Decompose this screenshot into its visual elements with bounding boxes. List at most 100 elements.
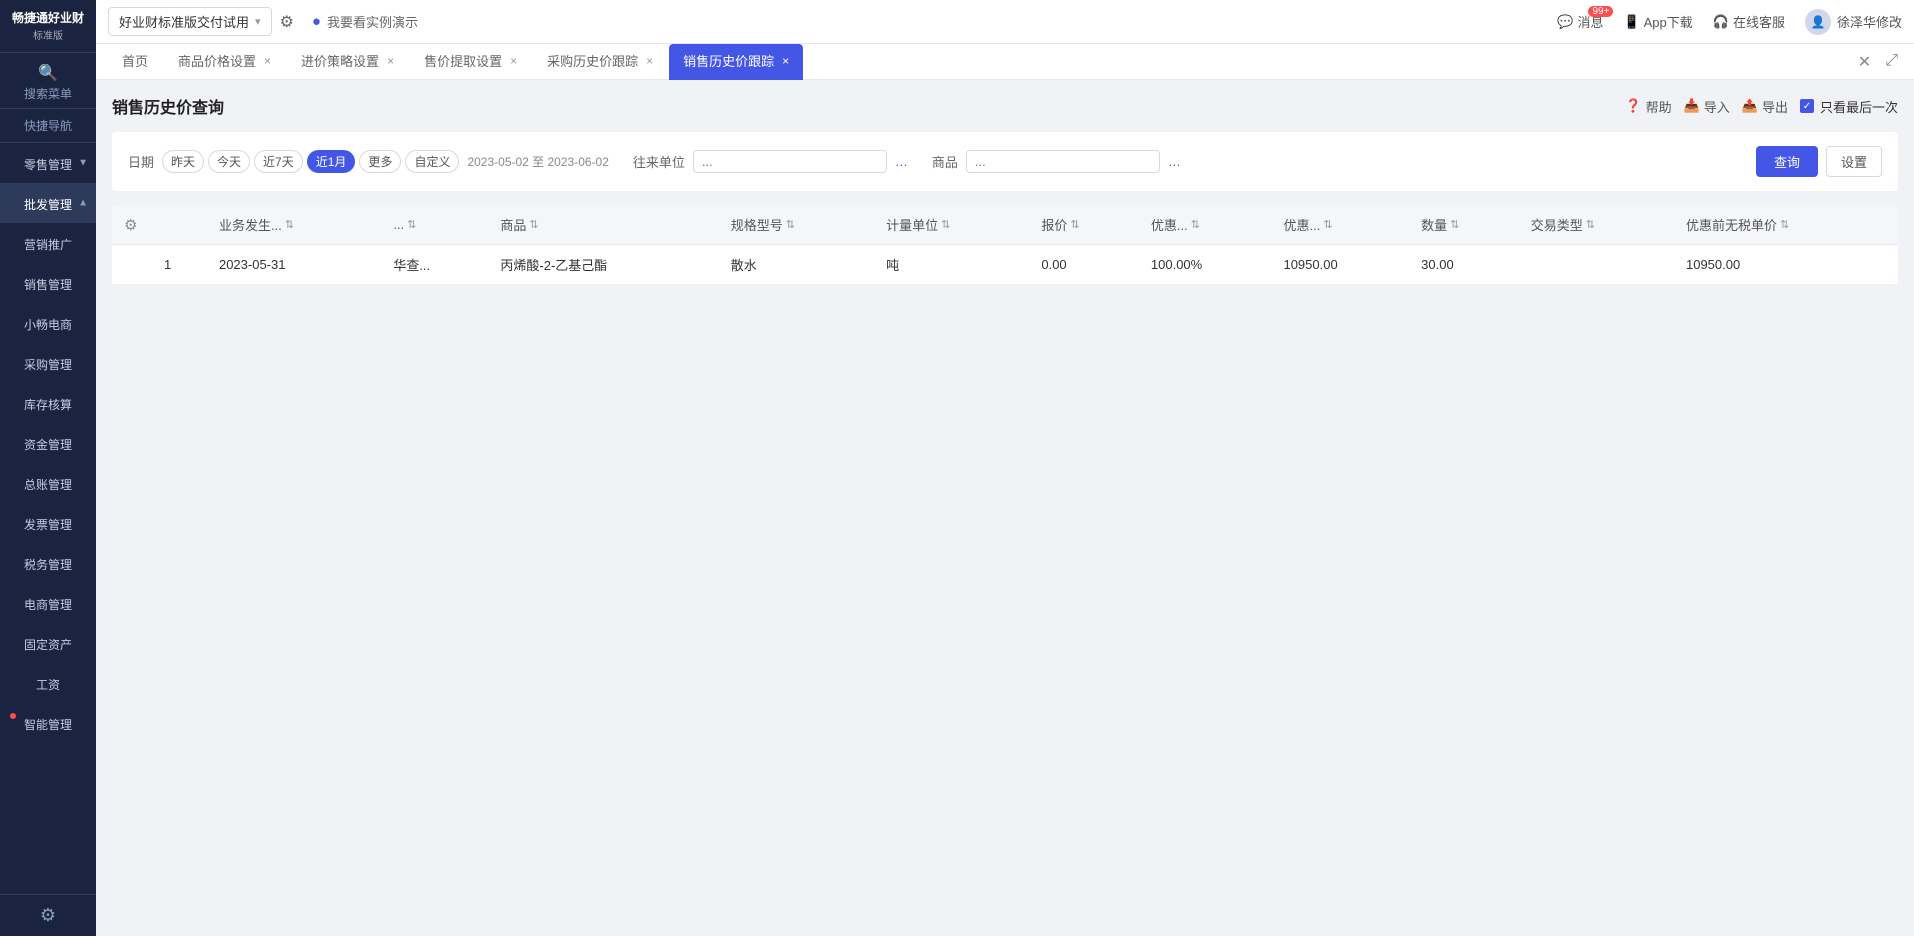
sidebar-item-wholesale[interactable]: 批发管理▲ — [0, 183, 96, 223]
tab-product_price[interactable]: 商品价格设置× — [164, 44, 285, 80]
sidebar-item-label-marketing: 营销推广 — [24, 236, 72, 253]
product-input[interactable] — [975, 154, 1151, 169]
col-tax_price[interactable]: 优惠前无税单价⇅ — [1674, 205, 1898, 245]
th-sort-tax_price[interactable]: 优惠前无税单价⇅ — [1686, 215, 1886, 234]
sidebar-item-salary[interactable]: 工资 — [0, 663, 96, 703]
sidebar-item-assets[interactable]: 固定资产 — [0, 623, 96, 663]
sort-icon-price: ⇅ — [1070, 218, 1079, 231]
date-btn-last1m[interactable]: 近1月 — [307, 150, 356, 173]
tab-pricing_strategy[interactable]: 进价策略设置× — [287, 44, 408, 80]
col-unit[interactable]: 计量单位⇅ — [874, 205, 1029, 245]
sidebar-item-inventory[interactable]: 库存核算 — [0, 383, 96, 423]
partner-input[interactable] — [702, 154, 878, 169]
th-sort-discount1[interactable]: 优惠...⇅ — [1151, 215, 1260, 234]
topbar-settings-icon[interactable]: ⚙ — [280, 12, 294, 32]
tab-close-purchase_history[interactable]: × — [646, 54, 653, 68]
checkbox-icon — [1800, 99, 1814, 113]
sidebar-quicknav[interactable]: 快捷导航 — [0, 109, 96, 143]
col-label-price: 报价 — [1041, 215, 1067, 234]
tab-label-sales_history: 销售历史价跟踪 — [683, 51, 774, 70]
date-btn-custom[interactable]: 自定义 — [405, 150, 459, 173]
col-price[interactable]: 报价⇅ — [1029, 205, 1139, 245]
sidebar-item-tax[interactable]: 税务管理 — [0, 543, 96, 583]
sidebar-search[interactable]: 🔍 搜索菜单 — [0, 53, 96, 109]
sidebar-item-invoice[interactable]: 发票管理 — [0, 503, 96, 543]
col-label-unit: 计量单位 — [886, 215, 938, 234]
demo-link[interactable]: ● 我要看实例演示 — [312, 12, 418, 31]
partner-more-btn[interactable]: … — [895, 154, 908, 169]
only-last-checkbox[interactable]: 只看最后一次 — [1800, 97, 1898, 116]
product-input-wrap[interactable] — [966, 150, 1160, 173]
th-sort-trade_type[interactable]: 交易类型⇅ — [1531, 215, 1662, 234]
tab-price_extract[interactable]: 售价提取设置× — [410, 44, 531, 80]
tab-sales_history[interactable]: 销售历史价跟踪 × — [669, 44, 803, 80]
sidebar-settings[interactable]: ⚙ — [0, 894, 96, 936]
col-product[interactable]: 商品⇅ — [488, 205, 718, 245]
date-btn-last7[interactable]: 近7天 — [254, 150, 303, 173]
date-btn-yesterday[interactable]: 昨天 — [162, 150, 204, 173]
sidebar-item-label-assets: 固定资产 — [24, 636, 72, 653]
sidebar-item-ledger[interactable]: 总账管理 — [0, 463, 96, 503]
col-label-qty: 数量 — [1421, 215, 1447, 234]
th-sort-qty[interactable]: 数量⇅ — [1421, 215, 1507, 234]
expand-tab-icon[interactable]: ⤢ — [1881, 48, 1902, 76]
app-download-button[interactable]: 📱 App下载 — [1623, 12, 1692, 31]
messages-button[interactable]: 💬 消息 99+ — [1557, 12, 1603, 31]
help-button[interactable]: ❓ 帮助 — [1625, 97, 1671, 116]
topbar-right: 💬 消息 99+ 📱 App下载 🎧 在线客服 👤 徐泽华修改 — [1557, 9, 1902, 35]
tab-close-product_price[interactable]: × — [264, 54, 271, 68]
import-label: 导入 — [1704, 97, 1730, 116]
date-filter-label: 日期 — [128, 152, 154, 171]
col-date[interactable]: 业务发生...⇅ — [207, 205, 381, 245]
tab-close-pricing_strategy[interactable]: × — [387, 54, 394, 68]
gear-icon[interactable]: ⚙ — [124, 217, 137, 234]
col-spec[interactable]: 规格型号⇅ — [719, 205, 874, 245]
row-spec: 散水 — [719, 245, 874, 285]
date-btn-today[interactable]: 今天 — [208, 150, 250, 173]
sidebar-item-retail[interactable]: 零售管理▼ — [0, 143, 96, 183]
th-sort-discount2[interactable]: 优惠...⇅ — [1283, 215, 1397, 234]
product-more-btn[interactable]: … — [1168, 154, 1181, 169]
th-sort-unit[interactable]: 计量单位⇅ — [886, 215, 1017, 234]
online-service-button[interactable]: 🎧 在线客服 — [1713, 12, 1785, 31]
col-settings[interactable]: ⚙ — [112, 205, 152, 245]
sidebar-logo: 畅捷通好业财 标准版 — [0, 0, 96, 53]
partner-input-wrap[interactable] — [693, 150, 887, 173]
tab-label-home: 首页 — [122, 51, 148, 70]
env-selector[interactable]: 好业财标准版交付试用 ▾ — [108, 7, 272, 36]
sidebar-item-ecommerce[interactable]: 电商管理 — [0, 583, 96, 623]
table-row[interactable]: 12023-05-31华查...丙烯酸-2-乙基己酯散水吨0.00100.00%… — [112, 245, 1898, 285]
import-button[interactable]: 📥 导入 — [1684, 97, 1730, 116]
user-menu[interactable]: 👤 徐泽华修改 — [1805, 9, 1902, 35]
col-discount2[interactable]: 优惠...⇅ — [1271, 205, 1409, 245]
col-trade_type[interactable]: 交易类型⇅ — [1519, 205, 1674, 245]
date-btn-more[interactable]: 更多 — [359, 150, 401, 173]
query-button[interactable]: 查询 — [1756, 146, 1818, 177]
th-sort-product[interactable]: 商品⇅ — [500, 215, 706, 234]
date-range-text: 2023-05-02 至 2023-06-02 — [467, 153, 608, 170]
export-icon: 📤 — [1742, 98, 1758, 114]
tab-purchase_history[interactable]: 采购历史价跟踪× — [533, 44, 667, 80]
row-date: 2023-05-31 — [207, 245, 381, 285]
sidebar-item-ecommerce_small[interactable]: 小畅电商 — [0, 303, 96, 343]
sidebar-item-sales[interactable]: 销售管理 — [0, 263, 96, 303]
col-qty[interactable]: 数量⇅ — [1409, 205, 1519, 245]
sidebar-item-marketing[interactable]: 营销推广 — [0, 223, 96, 263]
th-sort-col3[interactable]: ...⇅ — [393, 217, 476, 232]
filter-partner: 往来单位 … — [633, 150, 908, 173]
th-sort-price[interactable]: 报价⇅ — [1041, 215, 1127, 234]
th-sort-spec[interactable]: 规格型号⇅ — [731, 215, 862, 234]
col-discount1[interactable]: 优惠...⇅ — [1139, 205, 1272, 245]
tab-close-price_extract[interactable]: × — [510, 54, 517, 68]
tab-home[interactable]: 首页 — [108, 44, 162, 80]
export-button[interactable]: 📤 导出 — [1742, 97, 1788, 116]
sidebar-item-smart[interactable]: 智能管理 — [0, 703, 96, 743]
sidebar-item-purchase[interactable]: 采购管理 — [0, 343, 96, 383]
col-col3[interactable]: ...⇅ — [381, 205, 488, 245]
th-sort-date[interactable]: 业务发生...⇅ — [219, 215, 369, 234]
close-tab-icon[interactable]: ✕ — [1854, 48, 1875, 76]
settings-button[interactable]: 设置 — [1826, 146, 1882, 177]
sidebar-item-finance[interactable]: 资金管理 — [0, 423, 96, 463]
col-label-col3: ... — [393, 217, 404, 232]
tab-close-sales_history[interactable]: × — [782, 54, 789, 68]
